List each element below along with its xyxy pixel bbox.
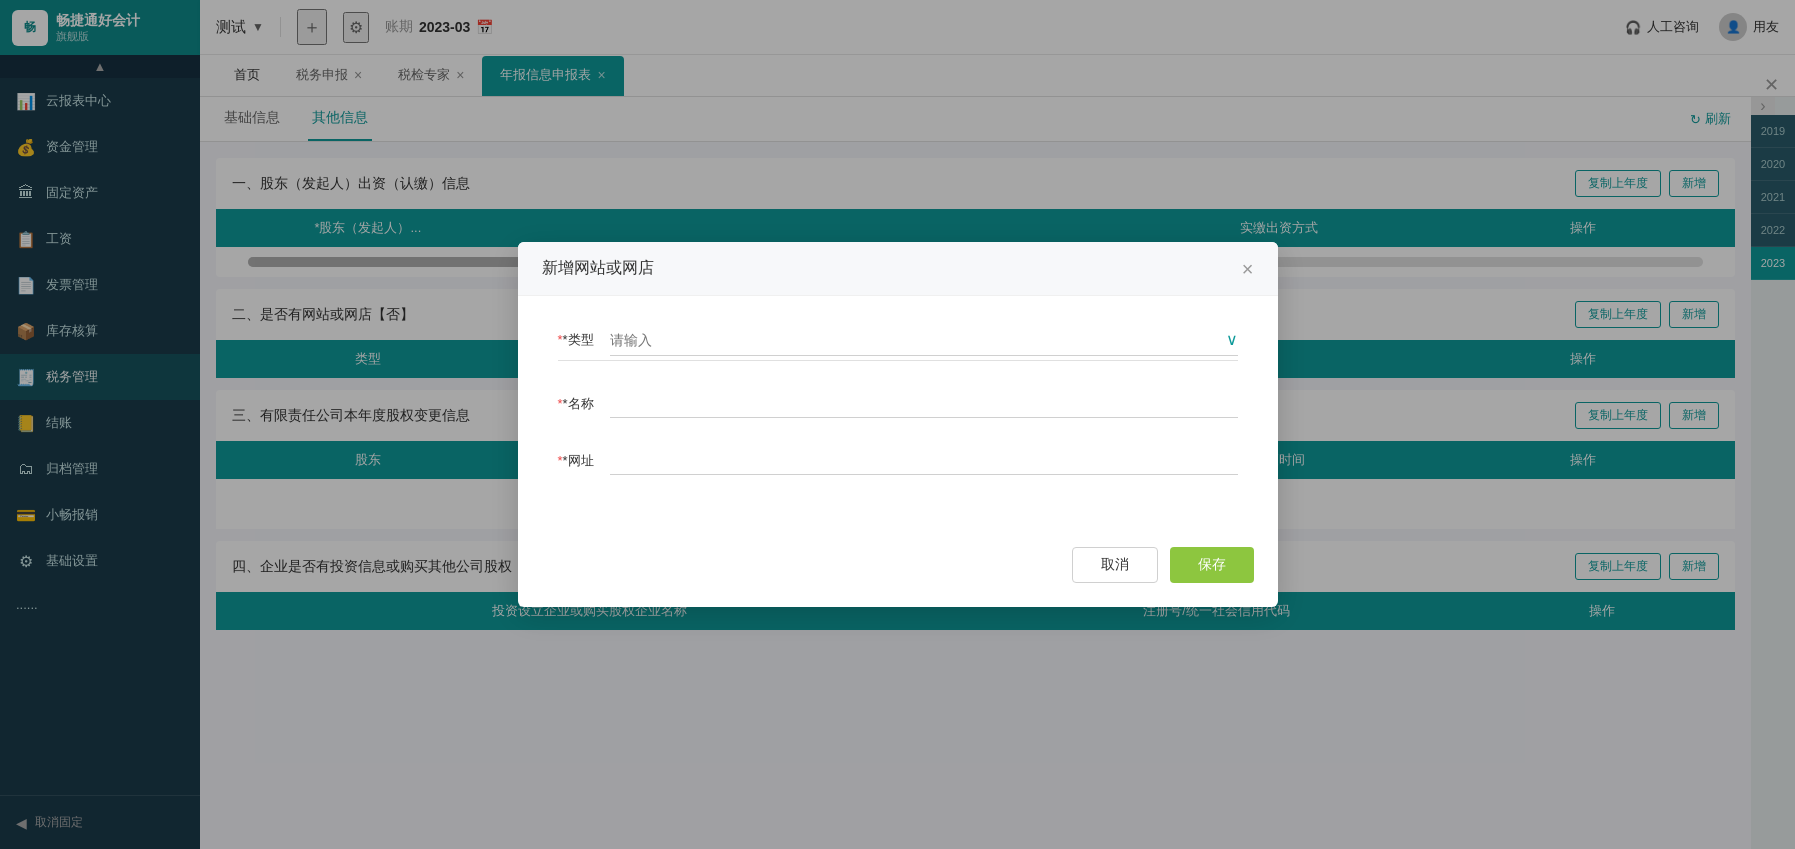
- url-label-text: *网址: [563, 453, 594, 468]
- type-select-input[interactable]: [610, 332, 1226, 348]
- form-row-name: **名称: [558, 389, 1238, 418]
- save-button[interactable]: 保存: [1170, 547, 1254, 583]
- add-website-dialog: 新增网站或网店 × **类型 ∨: [518, 242, 1278, 607]
- type-select-wrapper: ∨: [610, 324, 1238, 356]
- url-label: **网址: [558, 452, 598, 470]
- type-field-divider: [558, 360, 1238, 361]
- dialog-overlay[interactable]: 新增网站或网店 × **类型 ∨: [0, 0, 1795, 849]
- name-input[interactable]: [610, 389, 1238, 418]
- form-row-type: **类型 ∨: [558, 324, 1238, 356]
- dialog-footer: 取消 保存: [518, 531, 1278, 607]
- form-group-name: **名称: [558, 389, 1238, 418]
- cancel-button[interactable]: 取消: [1072, 547, 1158, 583]
- dialog-header: 新增网站或网店 ×: [518, 242, 1278, 296]
- form-group-url: **网址: [558, 446, 1238, 475]
- type-dropdown-arrow-icon[interactable]: ∨: [1226, 330, 1238, 349]
- dialog-body: **类型 ∨ **名称: [518, 296, 1278, 531]
- type-label: **类型: [558, 331, 598, 349]
- url-input[interactable]: [610, 446, 1238, 475]
- form-group-type: **类型 ∨: [558, 324, 1238, 361]
- name-label-text: *名称: [563, 396, 594, 411]
- type-label-text: *类型: [563, 332, 594, 347]
- dialog-close-button[interactable]: ×: [1242, 259, 1254, 279]
- dialog-title: 新增网站或网店: [542, 258, 654, 279]
- name-label: **名称: [558, 395, 598, 413]
- form-row-url: **网址: [558, 446, 1238, 475]
